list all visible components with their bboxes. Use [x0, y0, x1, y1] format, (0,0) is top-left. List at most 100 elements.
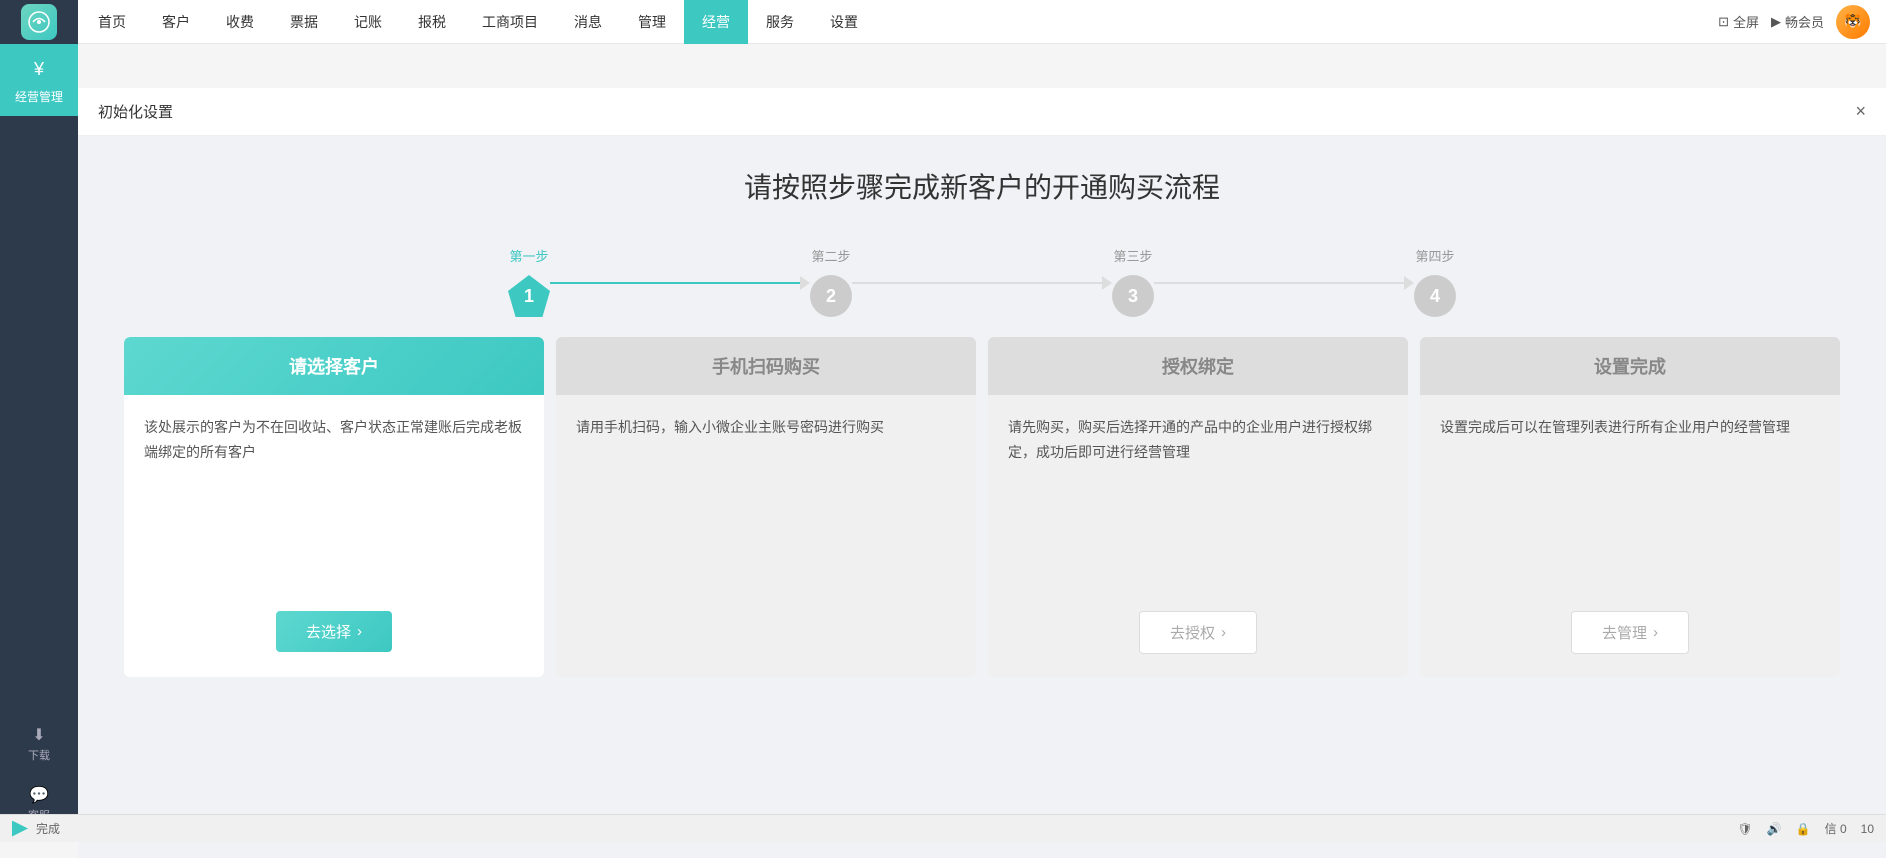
card-3-title: 授权绑定	[1162, 357, 1234, 377]
status-text: 完成	[36, 820, 60, 837]
go-auth-label: 去授权	[1170, 622, 1215, 643]
step-card-4: 设置完成 设置完成后可以在管理列表进行所有企业用户的经营管理 去管理 ›	[1420, 337, 1840, 677]
status-bar-left: 完成	[12, 820, 60, 837]
network-status: 信 0	[1825, 820, 1847, 837]
card-2-title: 手机扫码购买	[712, 357, 820, 377]
download-label: 下载	[28, 747, 50, 763]
nav-operation[interactable]: 经营	[684, 0, 748, 44]
step-2-container: 第二步 2	[810, 246, 852, 317]
card-4-body: 设置完成后可以在管理列表进行所有企业用户的经营管理	[1420, 395, 1840, 595]
fullscreen-label: 全屏	[1733, 12, 1759, 31]
card-3-footer: 去授权 ›	[988, 595, 1408, 674]
go-auth-button[interactable]: 去授权 ›	[1139, 611, 1257, 654]
card-2-text: 请用手机扫码，输入小微企业主账号密码进行购买	[576, 419, 884, 435]
card-1-title: 请选择客户	[289, 357, 379, 377]
play-button[interactable]	[12, 821, 28, 837]
status-bar-right: 🛡 🔊 🔒 信 0 10	[1737, 820, 1874, 837]
fullscreen-btn[interactable]: ⊡ 全屏	[1718, 12, 1759, 31]
step-line-3	[1154, 282, 1404, 284]
step-4-container: 第四步 4	[1414, 246, 1456, 317]
card-4-title: 设置完成	[1594, 357, 1666, 377]
vip-btn[interactable]: ▶ 畅会员	[1771, 12, 1824, 31]
steps-row: 第一步 1 第二步 2	[118, 246, 1846, 317]
step-3-container: 第三步 3	[1112, 246, 1154, 317]
lock-icon: 🔒	[1796, 822, 1811, 836]
fullscreen-icon: ⊡	[1718, 14, 1729, 30]
card-4-footer: 去管理 ›	[1420, 595, 1840, 674]
nav-invoice[interactable]: 票据	[272, 0, 336, 44]
main-content: 初始化设置 × 请按照步骤完成新客户的开通购买流程 第一步 1 第二步	[78, 88, 1886, 858]
arrow-head-1	[800, 276, 810, 290]
sound-icon: 🔊	[1767, 822, 1782, 836]
go-manage-button[interactable]: 去管理 ›	[1571, 611, 1689, 654]
step-line-1	[550, 282, 800, 284]
go-select-button[interactable]: 去选择 ›	[276, 611, 392, 652]
nav-message[interactable]: 消息	[556, 0, 620, 44]
step-2-circle: 2	[810, 275, 852, 317]
nav-client[interactable]: 客户	[144, 0, 208, 44]
nav-bookkeeping[interactable]: 记账	[336, 0, 400, 44]
go-manage-arrow: ›	[1653, 624, 1658, 641]
card-3-text: 请先购买，购买后选择开通的产品中的企业用户进行授权绑定，成功后即可进行经营管理	[1008, 419, 1372, 460]
nav-tax[interactable]: 报税	[400, 0, 464, 44]
close-button[interactable]: ×	[1855, 101, 1866, 122]
go-manage-label: 去管理	[1602, 622, 1647, 643]
nav-home[interactable]: 首页	[80, 0, 144, 44]
sidebar-item-label: 经营管理	[15, 88, 63, 105]
nav-right: ⊡ 全屏 ▶ 畅会员 🐯	[1718, 5, 1886, 39]
card-1-body: 该处展示的客户为不在回收站、客户状态正常建账后完成老板端绑定的所有客户	[124, 395, 544, 595]
step-card-2: 手机扫码购买 请用手机扫码，输入小微企业主账号密码进行购买	[556, 337, 976, 677]
step-4-circle: 4	[1414, 275, 1456, 317]
arrow-head-2	[1102, 276, 1112, 290]
step-3-label: 第三步	[1113, 246, 1152, 265]
nav-settings[interactable]: 设置	[812, 0, 876, 44]
page-title: 初始化设置	[98, 101, 173, 122]
step-2-number: 2	[826, 286, 836, 307]
step-card-1: 请选择客户 该处展示的客户为不在回收站、客户状态正常建账后完成老板端绑定的所有客…	[124, 337, 544, 677]
cards-row: 请选择客户 该处展示的客户为不在回收站、客户状态正常建账后完成老板端绑定的所有客…	[118, 337, 1846, 677]
go-select-label: 去选择	[306, 621, 351, 642]
card-1-footer: 去选择 ›	[124, 595, 544, 672]
avatar[interactable]: 🐯	[1836, 5, 1870, 39]
step-4-label: 第四步	[1415, 246, 1454, 265]
step-3-number: 3	[1128, 286, 1138, 307]
sidebar: ¥ 经营管理 ⬇ 下载 💬 客服	[0, 0, 78, 842]
sidebar-item-jingying[interactable]: ¥ 经营管理	[0, 44, 78, 116]
go-auth-arrow: ›	[1221, 624, 1226, 641]
card-4-header: 设置完成	[1420, 337, 1840, 395]
status-bar: 完成 🛡 🔊 🔒 信 0 10	[0, 814, 1886, 842]
step-3-circle: 3	[1112, 275, 1154, 317]
card-1-header: 请选择客户	[124, 337, 544, 395]
step-1-container: 第一步 1	[508, 246, 550, 317]
nav-service[interactable]: 服务	[748, 0, 812, 44]
step-2-label: 第二步	[811, 246, 850, 265]
nav-business[interactable]: 工商项目	[464, 0, 556, 44]
go-select-arrow: ›	[357, 623, 362, 640]
step-1-circle: 1	[508, 275, 550, 317]
step-card-3: 授权绑定 请先购买，购买后选择开通的产品中的企业用户进行授权绑定，成功后即可进行…	[988, 337, 1408, 677]
step-4-number: 4	[1430, 286, 1440, 307]
wizard-heading: 请按照步骤完成新客户的开通购买流程	[118, 166, 1846, 206]
step-arrow-2	[852, 276, 1112, 290]
card-2-header: 手机扫码购买	[556, 337, 976, 395]
nav-items: 首页 客户 收费 票据 记账 报税 工商项目 消息 管理 经营 服务 设置	[80, 0, 1718, 44]
step-line-2	[852, 282, 1102, 284]
support-icon: 💬	[29, 785, 49, 805]
wizard-area: 请按照步骤完成新客户的开通购买流程 第一步 1 第二步 2	[78, 136, 1886, 858]
card-4-text: 设置完成后可以在管理列表进行所有企业用户的经营管理	[1440, 419, 1790, 435]
arrow-head-3	[1404, 276, 1414, 290]
nav-charge[interactable]: 收费	[208, 0, 272, 44]
step-1-number: 1	[524, 286, 534, 307]
vip-label: 畅会员	[1785, 12, 1824, 31]
step-1-label: 第一步	[509, 246, 548, 265]
sidebar-download[interactable]: ⬇ 下载	[0, 718, 78, 770]
top-nav: 首页 客户 收费 票据 记账 报税 工商项目 消息 管理 经营 服务 设置 ⊡ …	[0, 0, 1886, 44]
card-1-text: 该处展示的客户为不在回收站、客户状态正常建账后完成老板端绑定的所有客户	[144, 419, 522, 460]
yuan-icon: ¥	[25, 56, 53, 84]
card-2-body: 请用手机扫码，输入小微企业主账号密码进行购买	[556, 395, 976, 595]
download-icon: ⬇	[32, 725, 45, 745]
nav-manage[interactable]: 管理	[620, 0, 684, 44]
card-2-footer	[556, 595, 976, 631]
clock-status: 10	[1861, 822, 1874, 836]
logo-icon	[21, 4, 57, 40]
